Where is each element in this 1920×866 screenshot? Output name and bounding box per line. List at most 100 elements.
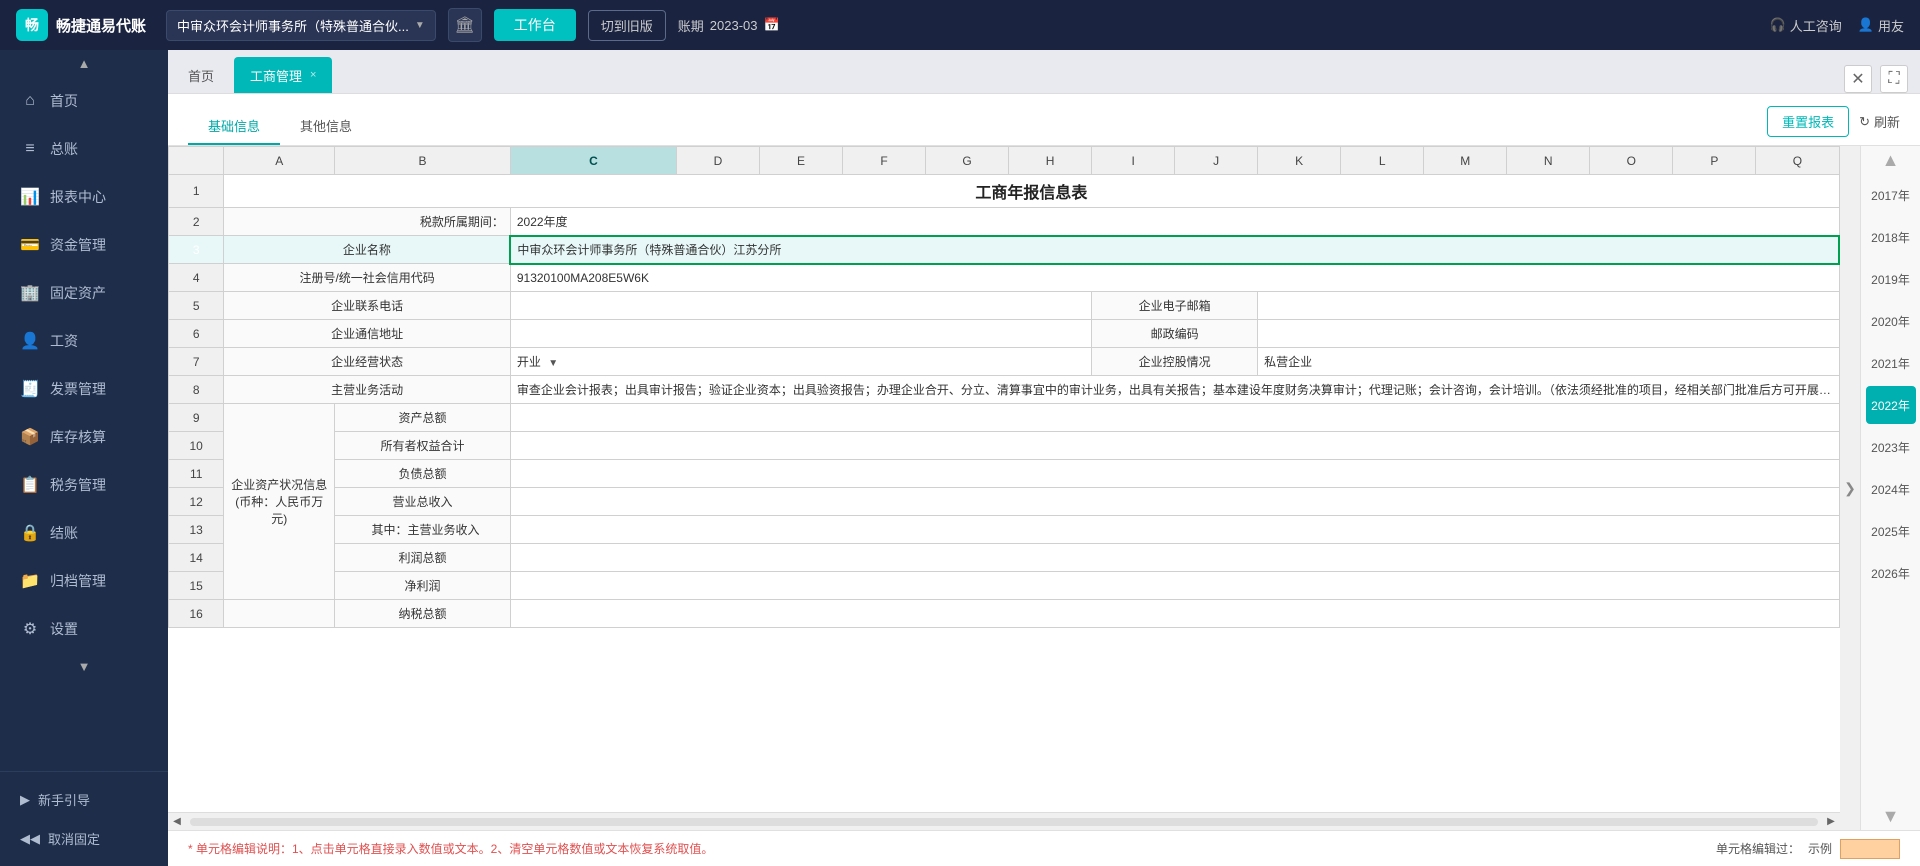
- sidebar-item-label: 工资: [50, 331, 78, 351]
- year-item-2019[interactable]: 2019年: [1866, 260, 1916, 298]
- switch-version-button[interactable]: 切到旧版: [588, 10, 666, 41]
- sidebar-item-inventory[interactable]: 📦 库存核算: [0, 413, 168, 461]
- tab-close-icon[interactable]: ×: [310, 69, 316, 81]
- reset-report-button[interactable]: 重置报表: [1767, 106, 1849, 137]
- year-item-2022[interactable]: 2022年: [1866, 386, 1916, 424]
- company-selector[interactable]: 中审众环会计师事务所（特殊普通合伙... ▼: [166, 10, 436, 41]
- tab-close-button[interactable]: ✕: [1844, 65, 1872, 93]
- profit-label-cell: 利润总额: [335, 544, 511, 572]
- company-value-cell[interactable]: 中审众环会计师事务所（特殊普通合伙）江苏分所: [510, 236, 1839, 264]
- period-value: 2023-03: [710, 18, 758, 33]
- table-row: 1 工商年报信息表: [169, 175, 1840, 208]
- sidebar-item-assets[interactable]: 🏢 固定资产: [0, 269, 168, 317]
- ctrl-value-cell[interactable]: 私营企业: [1258, 348, 1839, 376]
- postcode-value-cell[interactable]: [1258, 320, 1839, 348]
- address-value-cell[interactable]: [510, 320, 1091, 348]
- table-row: 11 负债总额: [169, 460, 1840, 488]
- dropdown-icon[interactable]: ▼: [548, 358, 558, 369]
- tax-value-cell[interactable]: [510, 600, 1839, 628]
- tab-bizmanage[interactable]: 工商管理 ×: [234, 57, 332, 93]
- tab-expand-button[interactable]: ⛶: [1880, 65, 1908, 93]
- biz-status-value-cell[interactable]: 开业 ▼: [510, 348, 1091, 376]
- col-k-header: K: [1258, 147, 1341, 175]
- ai-consult-button[interactable]: 🎧 人工咨询: [1770, 16, 1842, 35]
- revenue-total-value-cell[interactable]: [510, 488, 1839, 516]
- year-item-2021[interactable]: 2021年: [1866, 344, 1916, 382]
- equity-value-cell[interactable]: [510, 432, 1839, 460]
- sidebar-scroll-up[interactable]: ▲: [0, 50, 168, 77]
- col-b-header: B: [335, 147, 511, 175]
- hscroll-track[interactable]: [190, 818, 1818, 826]
- sidebar-item-closing[interactable]: 🔒 结账: [0, 509, 168, 557]
- col-a-header: A: [224, 147, 335, 175]
- year-item-2026[interactable]: 2026年: [1866, 554, 1916, 592]
- contact-value-cell[interactable]: [510, 292, 1091, 320]
- regcode-value-cell[interactable]: 91320100MA208E5W6K: [510, 264, 1839, 292]
- year-item-2023[interactable]: 2023年: [1866, 428, 1916, 466]
- refresh-button[interactable]: ↻ 刷新: [1859, 112, 1900, 131]
- year-item-2017[interactable]: 2017年: [1866, 176, 1916, 214]
- sidebar-scroll: ▲ ⌂ 首页 ≡ 总账 📊 报表中心 💳 资金管理 🏢 固定资产: [0, 50, 168, 771]
- email-value-cell[interactable]: [1258, 292, 1839, 320]
- sidebar-item-ledger[interactable]: ≡ 总账: [0, 125, 168, 173]
- sidebar-item-settings[interactable]: ⚙ 设置: [0, 605, 168, 653]
- refresh-icon: ↻: [1859, 114, 1870, 130]
- sidebar-bottom: ▶ 新手引导 ◀◀ 取消固定: [0, 771, 168, 866]
- tab-home[interactable]: 首页: [172, 57, 230, 93]
- year-item-2025[interactable]: 2025年: [1866, 512, 1916, 550]
- main-revenue-value-cell[interactable]: [510, 516, 1839, 544]
- liability-value-cell[interactable]: [510, 460, 1839, 488]
- sidebar-item-home[interactable]: ⌂ 首页: [0, 77, 168, 125]
- sidebar-newbie-guide[interactable]: ▶ 新手引导: [0, 780, 168, 819]
- subtab-basic-info[interactable]: 基础信息: [188, 108, 280, 145]
- col-m-header: M: [1424, 147, 1507, 175]
- chevron-down-icon: ▼: [415, 20, 425, 31]
- biz-status-label-cell: 企业经营状态: [224, 348, 511, 376]
- reports-icon: 📊: [20, 187, 40, 207]
- year-panel-scroll-up[interactable]: ▲: [1861, 146, 1920, 174]
- col-l-header: L: [1341, 147, 1424, 175]
- sheet-table: A B C D E F G H I J: [168, 146, 1840, 628]
- spreadsheet-wrapper: A B C D E F G H I J: [168, 146, 1920, 830]
- sidebar-item-label: 报表中心: [50, 187, 106, 207]
- hscroll-left-arrow[interactable]: ◀: [168, 813, 186, 831]
- sidebar-unpin[interactable]: ◀◀ 取消固定: [0, 819, 168, 858]
- spreadsheet-container[interactable]: A B C D E F G H I J: [168, 146, 1840, 812]
- invoice-icon: 🧾: [20, 379, 40, 399]
- workbench-button[interactable]: 工作台: [494, 9, 576, 41]
- year-item-2018[interactable]: 2018年: [1866, 218, 1916, 256]
- row-num: 6: [169, 320, 224, 348]
- app-name: 畅捷通易代账: [56, 15, 146, 36]
- sidebar-item-finance[interactable]: 💳 资金管理: [0, 221, 168, 269]
- sheet-title-cell[interactable]: 工商年报信息表: [224, 175, 1839, 208]
- year-item-2024[interactable]: 2024年: [1866, 470, 1916, 508]
- hscroll-right-arrow[interactable]: ▶: [1822, 813, 1840, 831]
- sidebar-item-payroll[interactable]: 👤 工资: [0, 317, 168, 365]
- sidebar-item-label: 总账: [50, 139, 78, 159]
- subtab-other-info[interactable]: 其他信息: [280, 108, 372, 145]
- profit-value-cell[interactable]: [510, 544, 1839, 572]
- settings-icon: ⚙: [20, 619, 40, 639]
- year-panel-scroll-down[interactable]: ▼: [1861, 802, 1920, 830]
- close-icon: ✕: [1851, 69, 1864, 89]
- address-label-cell: 企业通信地址: [224, 320, 511, 348]
- user-area[interactable]: 👤 用友: [1858, 16, 1904, 35]
- table-row: 10 所有者权益合计: [169, 432, 1840, 460]
- collapse-arrow-icon: ❯: [1844, 480, 1856, 497]
- sidebar-item-reports[interactable]: 📊 报表中心: [0, 173, 168, 221]
- horizontal-scrollbar[interactable]: ◀ ▶: [168, 812, 1840, 830]
- sidebar-item-archive[interactable]: 📁 归档管理: [0, 557, 168, 605]
- sidebar-item-tax[interactable]: 📋 税务管理: [0, 461, 168, 509]
- year-item-2020[interactable]: 2020年: [1866, 302, 1916, 340]
- sidebar-item-invoice[interactable]: 🧾 发票管理: [0, 365, 168, 413]
- company-icon-btn[interactable]: 🏛: [448, 8, 482, 42]
- period-value-cell[interactable]: 2022年度: [510, 208, 1839, 236]
- collapse-panel[interactable]: ❯: [1840, 146, 1860, 830]
- right-status: 单元格编辑过： 示例: [1716, 839, 1900, 859]
- calendar-icon[interactable]: 📅: [764, 17, 780, 33]
- assets-value-cell[interactable]: [510, 404, 1839, 432]
- table-row: 14 利润总额: [169, 544, 1840, 572]
- sidebar-scroll-down[interactable]: ▼: [0, 653, 168, 680]
- net-profit-value-cell[interactable]: [510, 572, 1839, 600]
- activity-value-cell[interactable]: 审查企业会计报表；出具审计报告；验证企业资本；出具验资报告；办理企业合开、分立、…: [510, 376, 1839, 404]
